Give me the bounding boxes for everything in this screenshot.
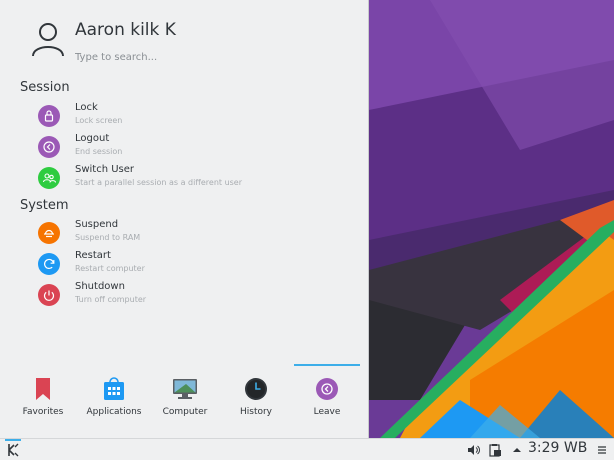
taskbar: 3:29 WB — [0, 438, 614, 460]
tab-label: History — [239, 407, 273, 417]
expand-tray-icon[interactable] — [510, 443, 524, 457]
leave-item-shutdown[interactable]: Shutdown Turn off computer — [38, 281, 358, 309]
leave-icon — [314, 376, 340, 402]
tab-label: Computer — [162, 407, 208, 417]
item-label: Suspend — [75, 219, 119, 230]
volume-icon[interactable] — [466, 443, 480, 457]
section-title-system: System — [20, 198, 69, 213]
item-description: Suspend to RAM — [75, 233, 141, 242]
item-label: Switch User — [75, 164, 135, 175]
bookmark-icon — [30, 376, 56, 402]
tab-history[interactable]: History — [223, 362, 289, 424]
kde-logo-icon — [8, 443, 19, 457]
history-icon — [243, 376, 269, 402]
item-label: Shutdown — [75, 281, 125, 292]
leave-item-lock[interactable]: Lock Lock screen — [38, 102, 358, 130]
clipboard-icon[interactable] — [488, 443, 502, 457]
item-description: Turn off computer — [75, 295, 147, 304]
leave-item-restart[interactable]: Restart Restart computer — [38, 250, 358, 278]
tab-applications[interactable]: Applications — [81, 362, 147, 424]
suspend-icon — [38, 222, 60, 244]
switch-user-icon — [38, 167, 60, 189]
application-launcher-button[interactable] — [4, 439, 22, 460]
lock-icon — [38, 105, 60, 127]
shutdown-icon — [38, 284, 60, 306]
launcher-tab-bar: Favorites Applications Computer History … — [0, 362, 369, 438]
logout-icon — [38, 136, 60, 158]
applications-icon — [101, 376, 127, 402]
item-description: Lock screen — [75, 116, 123, 125]
tab-computer[interactable]: Computer — [152, 362, 218, 424]
item-description: End session — [75, 147, 123, 156]
item-label: Lock — [75, 102, 98, 113]
item-description: Start a parallel session as a different … — [75, 178, 243, 187]
user-avatar-icon[interactable] — [30, 20, 66, 58]
leave-item-suspend[interactable]: Suspend Suspend to RAM — [38, 219, 358, 247]
leave-item-switch-user[interactable]: Switch User Start a parallel session as … — [38, 164, 358, 192]
tab-label: Leave — [313, 407, 341, 417]
tab-leave[interactable]: Leave — [294, 362, 360, 424]
item-description: Restart computer — [75, 264, 145, 273]
application-launcher: Aaron kilk K Session Lock Lock screen Lo… — [0, 0, 369, 438]
search-input[interactable] — [75, 48, 345, 66]
user-name: Aaron kilk K — [75, 20, 176, 40]
item-label: Restart — [75, 250, 111, 261]
restart-icon — [38, 253, 60, 275]
computer-icon — [172, 376, 198, 402]
tab-label: Favorites — [22, 407, 64, 417]
tab-label: Applications — [86, 407, 142, 417]
leave-item-logout[interactable]: Logout End session — [38, 133, 358, 161]
tab-favorites[interactable]: Favorites — [10, 362, 76, 424]
section-title-session: Session — [20, 80, 70, 95]
menu-icon[interactable] — [595, 443, 609, 457]
item-label: Logout — [75, 133, 110, 144]
digital-clock[interactable]: 3:29 WB — [528, 440, 587, 456]
